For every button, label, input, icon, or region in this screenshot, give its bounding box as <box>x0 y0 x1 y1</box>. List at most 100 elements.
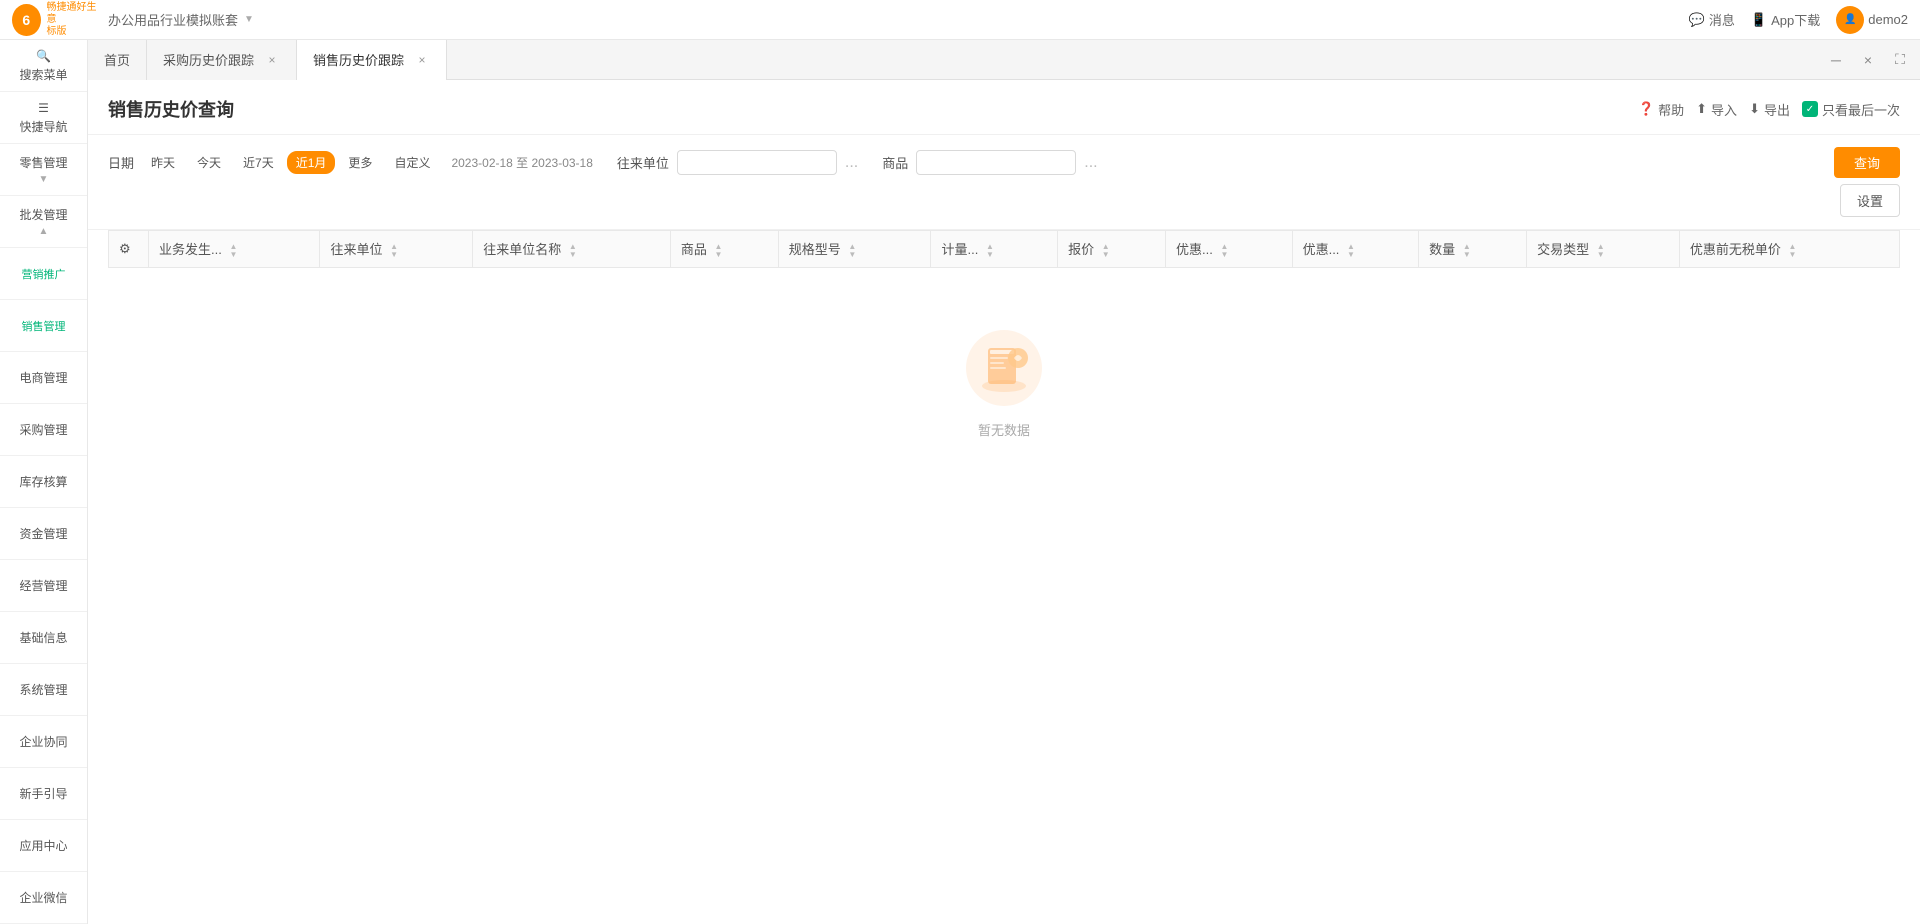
col-unit[interactable]: 计量... ▲▼ <box>931 231 1058 268</box>
goods-input[interactable] <box>916 150 1076 175</box>
only-last-checkbox[interactable]: ✓ <box>1802 101 1818 117</box>
goods-dots[interactable]: ... <box>1084 154 1097 172</box>
import-icon: ⬆ <box>1696 101 1707 117</box>
date-btn-yesterday[interactable]: 昨天 <box>142 151 184 174</box>
tab-minimize-button[interactable]: ─ <box>1824 48 1848 72</box>
sidebar-nav[interactable]: ☰ 快捷导航 <box>0 92 87 144</box>
tab-sales-history[interactable]: 销售历史价跟踪 × <box>297 40 447 80</box>
sort-icon: ▲▼ <box>1220 243 1228 259</box>
logo-text: 畅捷通好生意 标版 <box>47 2 100 38</box>
export-icon: ⬇ <box>1749 101 1760 117</box>
tab-maximize-button[interactable]: ⛶ <box>1888 48 1912 72</box>
date-btn-more[interactable]: 更多 <box>339 151 381 174</box>
partner-input[interactable] <box>677 150 837 175</box>
data-table: ⚙ 业务发生... ▲▼ 往来单位 ▲▼ 往来单位名称 <box>108 230 1900 268</box>
avatar: 👤 <box>1836 6 1864 34</box>
sort-icon: ▲▼ <box>714 243 722 259</box>
col-pre-tax-price[interactable]: 优惠前无税单价 ▲▼ <box>1679 231 1899 268</box>
tab-home[interactable]: 首页 <box>88 40 147 80</box>
page-header-actions: ❓ 帮助 ⬆ 导入 ⬇ 导出 ✓ 只看最后一次 <box>1638 100 1900 119</box>
sidebar-item-purchase[interactable]: 采购管理 <box>0 404 87 456</box>
table-area: ⚙ 业务发生... ▲▼ 往来单位 ▲▼ 往来单位名称 <box>88 230 1920 499</box>
search-icon: 🔍 <box>36 49 51 63</box>
sort-icon: ▲▼ <box>569 243 577 259</box>
top-bar: 6 畅捷通好生意 标版 办公用品行业模拟账套 ▼ 💬 消息 📱 App下载 👤 … <box>0 0 1920 40</box>
sidebar-item-ecommerce[interactable]: 电商管理 <box>0 352 87 404</box>
sort-icon: ▲▼ <box>229 243 237 259</box>
tab-bar: 首页 采购历史价跟踪 × 销售历史价跟踪 × ─ × ⛶ <box>88 40 1920 80</box>
col-partner-name[interactable]: 往来单位名称 ▲▼ <box>473 231 671 268</box>
col-trade-type[interactable]: 交易类型 ▲▼ <box>1527 231 1680 268</box>
sidebar-item-inventory[interactable]: 库存核算 <box>0 456 87 508</box>
sidebar-item-sales[interactable]: 销售管理 <box>0 300 87 352</box>
settings-button[interactable]: 设置 <box>1840 184 1900 217</box>
empty-icon <box>964 328 1044 408</box>
sidebar-item-retail[interactable]: 零售管理 ▼ <box>0 144 87 196</box>
empty-label: 暂无数据 <box>978 420 1030 439</box>
logo-icon: 6 <box>12 4 41 36</box>
date-btn-today[interactable]: 今天 <box>188 151 230 174</box>
dropdown-icon[interactable]: ▼ <box>244 14 254 25</box>
page-content: 销售历史价查询 ❓ 帮助 ⬆ 导入 ⬇ 导出 ✓ <box>88 80 1920 924</box>
date-buttons: 昨天 今天 近7天 近1月 更多 自定义 <box>142 151 439 174</box>
col-quantity[interactable]: 数量 ▲▼ <box>1419 231 1527 268</box>
tab-purchase-history[interactable]: 采购历史价跟踪 × <box>147 40 297 80</box>
app-download-button[interactable]: 📱 App下载 <box>1751 10 1820 29</box>
sidebar-item-base-info[interactable]: 基础信息 <box>0 612 87 664</box>
page-header: 销售历史价查询 ❓ 帮助 ⬆ 导入 ⬇ 导出 ✓ <box>88 80 1920 135</box>
message-icon: 💬 <box>1689 12 1705 28</box>
help-icon: ❓ <box>1638 101 1654 117</box>
sidebar-item-collaboration[interactable]: 企业协同 <box>0 716 87 768</box>
tab-close-all-button[interactable]: × <box>1856 48 1880 72</box>
col-biz-date[interactable]: 业务发生... ▲▼ <box>149 231 320 268</box>
partner-dots[interactable]: ... <box>845 154 858 172</box>
col-spec[interactable]: 规格型号 ▲▼ <box>778 231 931 268</box>
table-header-row: ⚙ 业务发生... ▲▼ 往来单位 ▲▼ 往来单位名称 <box>109 231 1900 268</box>
tab-sales-close[interactable]: × <box>414 52 430 68</box>
col-discount2[interactable]: 优惠... ▲▼ <box>1292 231 1419 268</box>
chevron-down-icon: ▼ <box>39 174 49 185</box>
sort-icon: ▲▼ <box>1788 243 1796 259</box>
col-goods[interactable]: 商品 ▲▼ <box>670 231 778 268</box>
partner-label: 往来单位 <box>617 153 669 172</box>
logo-area: 6 畅捷通好生意 标版 <box>12 2 100 38</box>
filter-line-1: 日期 昨天 今天 近7天 近1月 更多 自定义 2023-02-18 至 202… <box>108 147 1900 178</box>
col-discount1[interactable]: 优惠... ▲▼ <box>1165 231 1292 268</box>
sidebar-item-wechat[interactable]: 企业微信 <box>0 872 87 924</box>
query-button[interactable]: 查询 <box>1834 147 1900 178</box>
app-title[interactable]: 办公用品行业模拟账套 ▼ <box>100 10 1689 29</box>
sidebar-item-system[interactable]: 系统管理 <box>0 664 87 716</box>
goods-filter-group: 商品 ... <box>882 150 1097 175</box>
app-download-icon: 📱 <box>1751 12 1767 28</box>
goods-label: 商品 <box>882 153 908 172</box>
sort-icon: ▲▼ <box>986 243 994 259</box>
sort-icon: ▲▼ <box>390 243 398 259</box>
main-layout: 🔍 搜索菜单 ☰ 快捷导航 零售管理 ▼ 批发管理 ▲ 营销推广 销售管理 电商… <box>0 40 1920 924</box>
sidebar-item-finance[interactable]: 资金管理 <box>0 508 87 560</box>
filter-container: 日期 昨天 今天 近7天 近1月 更多 自定义 2023-02-18 至 202… <box>88 135 1920 230</box>
tab-purchase-close[interactable]: × <box>264 52 280 68</box>
sidebar-item-marketing[interactable]: 营销推广 <box>0 248 87 300</box>
help-button[interactable]: ❓ 帮助 <box>1638 100 1684 119</box>
col-partner-code[interactable]: 往来单位 ▲▼ <box>320 231 473 268</box>
sidebar-search[interactable]: 🔍 搜索菜单 <box>0 40 87 92</box>
col-price[interactable]: 报价 ▲▼ <box>1058 231 1166 268</box>
sidebar-item-beginner[interactable]: 新手引导 <box>0 768 87 820</box>
col-settings[interactable]: ⚙ <box>109 231 149 268</box>
date-btn-7days[interactable]: 近7天 <box>234 151 283 174</box>
sort-icon: ▲▼ <box>1102 243 1110 259</box>
export-button[interactable]: ⬇ 导出 <box>1749 100 1790 119</box>
only-last-checkbox-label[interactable]: ✓ 只看最后一次 <box>1802 100 1900 119</box>
sidebar: 🔍 搜索菜单 ☰ 快捷导航 零售管理 ▼ 批发管理 ▲ 营销推广 销售管理 电商… <box>0 40 88 924</box>
top-bar-right: 💬 消息 📱 App下载 👤 demo2 <box>1689 6 1908 34</box>
import-button[interactable]: ⬆ 导入 <box>1696 100 1737 119</box>
date-btn-custom[interactable]: 自定义 <box>385 151 439 174</box>
sidebar-item-wholesale[interactable]: 批发管理 ▲ <box>0 196 87 248</box>
sort-icon: ▲▼ <box>1597 243 1605 259</box>
gear-icon: ⚙ <box>119 241 131 256</box>
message-button[interactable]: 💬 消息 <box>1689 10 1735 29</box>
user-profile[interactable]: 👤 demo2 <box>1836 6 1908 34</box>
date-btn-1month[interactable]: 近1月 <box>287 151 336 174</box>
sidebar-item-app-center[interactable]: 应用中心 <box>0 820 87 872</box>
sidebar-item-operations[interactable]: 经营管理 <box>0 560 87 612</box>
